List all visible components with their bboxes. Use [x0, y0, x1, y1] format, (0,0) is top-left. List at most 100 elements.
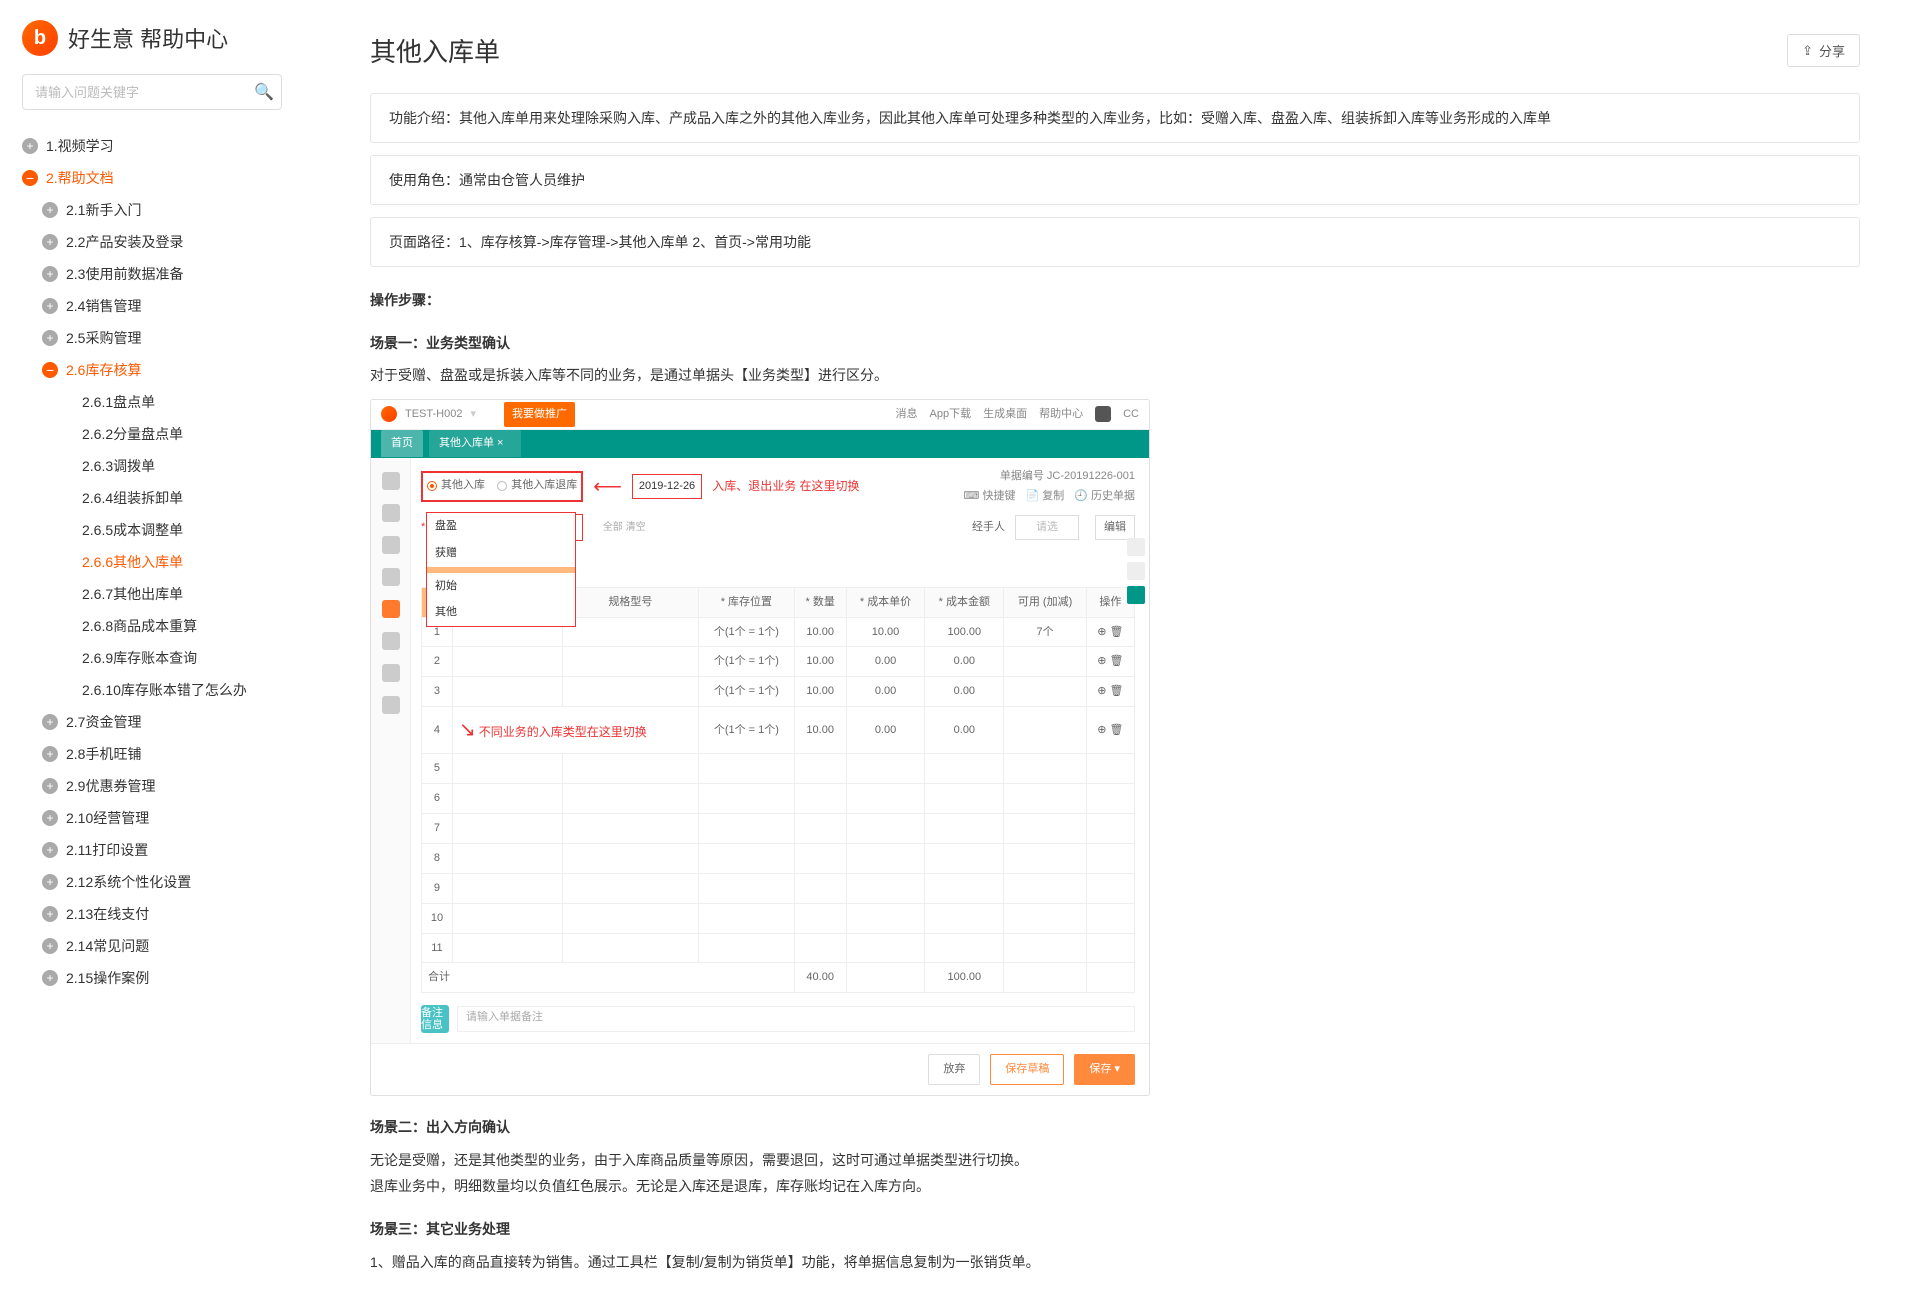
nav-label: 2.4销售管理 [66, 290, 141, 322]
nav-label: 2.6.8商品成本重算 [82, 610, 197, 642]
expand-icon: + [42, 234, 58, 250]
nav-2-12[interactable]: +2.12系统个性化设置 [22, 866, 310, 898]
table-row: 8 [422, 843, 1135, 873]
nav-2-9[interactable]: +2.9优惠券管理 [22, 770, 310, 802]
th-amt: * 成本金额 [925, 587, 1004, 617]
ss-remark-row: 备注信息 请输入单据备注 [421, 1005, 1135, 1033]
rail-icon [1127, 562, 1145, 580]
avatar-icon [1095, 406, 1111, 422]
nav-2-6-8[interactable]: 2.6.8商品成本重算 [22, 610, 310, 642]
search-input[interactable] [22, 74, 282, 110]
nav-2-5[interactable]: +2.5采购管理 [22, 322, 310, 354]
nav-2-2[interactable]: +2.2产品安装及登录 [22, 226, 310, 258]
ss-maker-label: 经手人 [972, 517, 1005, 538]
ss-biz-clear: 全部 清空 [603, 518, 646, 537]
nav-help-docs[interactable]: −2.帮助文档 [22, 162, 310, 194]
scene3-text: 1、赠品入库的商品直接转为销售。通过工具栏【复制/复制为销货单】功能，将单据信息… [370, 1249, 1860, 1276]
ss-discard-btn: 放弃 [928, 1054, 980, 1085]
ss-help: 帮助中心 [1039, 404, 1083, 425]
expand-icon: + [22, 138, 38, 154]
required-icon: * [421, 517, 425, 538]
nav-2-6-1[interactable]: 2.6.1盘点单 [22, 386, 310, 418]
expand-icon: + [42, 874, 58, 890]
table-sum: 合计40.00100.00 [422, 963, 1135, 993]
ss-drop-opt: 初始 [427, 573, 575, 600]
nav-video[interactable]: +1.视频学习 [22, 130, 310, 162]
share-button[interactable]: ⇪ 分享 [1787, 34, 1860, 67]
ss-username: CC [1123, 404, 1139, 425]
nav-2-3[interactable]: +2.3使用前数据准备 [22, 258, 310, 290]
article-body: 操作步骤： 场景一：业务类型确认 对于受赠、盘盈或是拆装入库等不同的业务，是通过… [370, 287, 1860, 1275]
nav-2-11[interactable]: +2.11打印设置 [22, 834, 310, 866]
nav-2-6-4[interactable]: 2.6.4组装拆卸单 [22, 482, 310, 514]
nav-label: 2.9优惠券管理 [66, 770, 155, 802]
ss-save-btn: 保存 ▾ [1074, 1054, 1135, 1085]
rail-icon [382, 536, 400, 554]
nav-2-4[interactable]: +2.4销售管理 [22, 290, 310, 322]
table-row: 2个(1个 = 1个)10.000.000.00⊕ 🗑 [422, 647, 1135, 677]
nav-2-6[interactable]: −2.6库存核算 [22, 354, 310, 386]
table-row: 4↘ 不同业务的入库类型在这里切换个(1个 = 1个)10.000.000.00… [422, 707, 1135, 754]
nav-label: 2.帮助文档 [46, 162, 114, 194]
nav-2-6-5[interactable]: 2.6.5成本调整单 [22, 514, 310, 546]
rail-icon-hl [1127, 586, 1145, 604]
nav-2-6-3[interactable]: 2.6.3调拨单 [22, 450, 310, 482]
nav-label: 2.14常见问题 [66, 930, 149, 962]
site-title: 好生意 帮助中心 [68, 22, 228, 54]
ss-draft-btn: 保存草稿 [990, 1054, 1064, 1085]
ss-type-redbox: 其他入库 其他入库退库 [421, 471, 583, 502]
scene2-title: 场景二：出入方向确认 [370, 1114, 1860, 1141]
nav-2-6-9[interactable]: 2.6.9库存账本查询 [22, 642, 310, 674]
sidebar: b 好生意 帮助中心 🔍 +1.视频学习 −2.帮助文档 +2.1新手入门 +2… [0, 0, 310, 1315]
nav-label: 2.1新手入门 [66, 194, 141, 226]
path-label: 页面路径： [389, 234, 459, 250]
ss-date: 2019-12-26 [632, 474, 702, 499]
logo-icon: b [22, 20, 58, 56]
rail-icon [382, 696, 400, 714]
expand-icon: + [42, 714, 58, 730]
role-text: 通常由仓管人员维护 [459, 172, 585, 188]
nav-label: 2.6.6其他入库单 [82, 546, 183, 578]
intro-card: 功能介绍：其他入库单用来处理除采购入库、产成品入库之外的其他入库业务，因此其他入… [370, 93, 1860, 143]
intro-text: 其他入库单用来处理除采购入库、产成品入库之外的其他入库业务，因此其他入库单可处理… [459, 110, 1551, 126]
ss-tab-home: 首页 [381, 430, 423, 457]
nav-2-13[interactable]: +2.13在线支付 [22, 898, 310, 930]
expand-icon: + [42, 778, 58, 794]
ss-topbar: TEST-H002 ▾ 我要做推广 消息 App下载 生成桌面 帮助中心 CC [371, 400, 1149, 430]
table-row: 9 [422, 873, 1135, 903]
nav-2-10[interactable]: +2.10经营管理 [22, 802, 310, 834]
path-card: 页面路径：1、库存核算->库存管理->其他入库单 2、首页->常用功能 [370, 217, 1860, 267]
ss-edit-btn: 编辑 [1095, 515, 1135, 540]
nav-label: 2.10经营管理 [66, 802, 149, 834]
nav-2-6-6[interactable]: 2.6.6其他入库单 [22, 546, 310, 578]
arrow-icon: ↘ [459, 719, 476, 741]
nav-label: 1.视频学习 [46, 130, 114, 162]
ss-desktop: 生成桌面 [983, 404, 1027, 425]
nav-2-1[interactable]: +2.1新手入门 [22, 194, 310, 226]
th-price: * 成本单价 [846, 587, 925, 617]
ss-panel: 单据编号 JC-20191226-001 ⌨ 快捷键 📄 复制 🕘 历史单据 其… [371, 458, 1149, 1044]
table-row: 10 [422, 903, 1135, 933]
search-button[interactable]: 🔍 [254, 82, 274, 102]
nav-2-15[interactable]: +2.15操作案例 [22, 962, 310, 994]
table-row: 11 [422, 933, 1135, 963]
expand-icon: + [42, 938, 58, 954]
nav-2-8[interactable]: +2.8手机旺铺 [22, 738, 310, 770]
ss-drop-opt: 获赠 [427, 540, 575, 567]
ss-msg: 消息 [896, 404, 918, 425]
th-spec: 规格型号 [562, 587, 698, 617]
nav-label: 2.5采购管理 [66, 322, 141, 354]
nav-2-7[interactable]: +2.7资金管理 [22, 706, 310, 738]
nav-label: 2.3使用前数据准备 [66, 258, 183, 290]
scene2-text2: 退库业务中，明细数量均以负值红色展示。无论是入库还是退库，库存账均记在入库方向。 [370, 1173, 1860, 1200]
th-loc: * 库存位置 [699, 587, 795, 617]
collapse-icon: − [42, 362, 58, 378]
nav-label: 2.6.3调拨单 [82, 450, 155, 482]
th-qty: * 数量 [794, 587, 846, 617]
nav-2-6-10[interactable]: 2.6.10库存账本错了怎么办 [22, 674, 310, 706]
table-row: 7 [422, 814, 1135, 844]
nav-2-6-7[interactable]: 2.6.7其他出库单 [22, 578, 310, 610]
nav-2-6-2[interactable]: 2.6.2分量盘点单 [22, 418, 310, 450]
nav-label: 2.6.5成本调整单 [82, 514, 183, 546]
nav-2-14[interactable]: +2.14常见问题 [22, 930, 310, 962]
